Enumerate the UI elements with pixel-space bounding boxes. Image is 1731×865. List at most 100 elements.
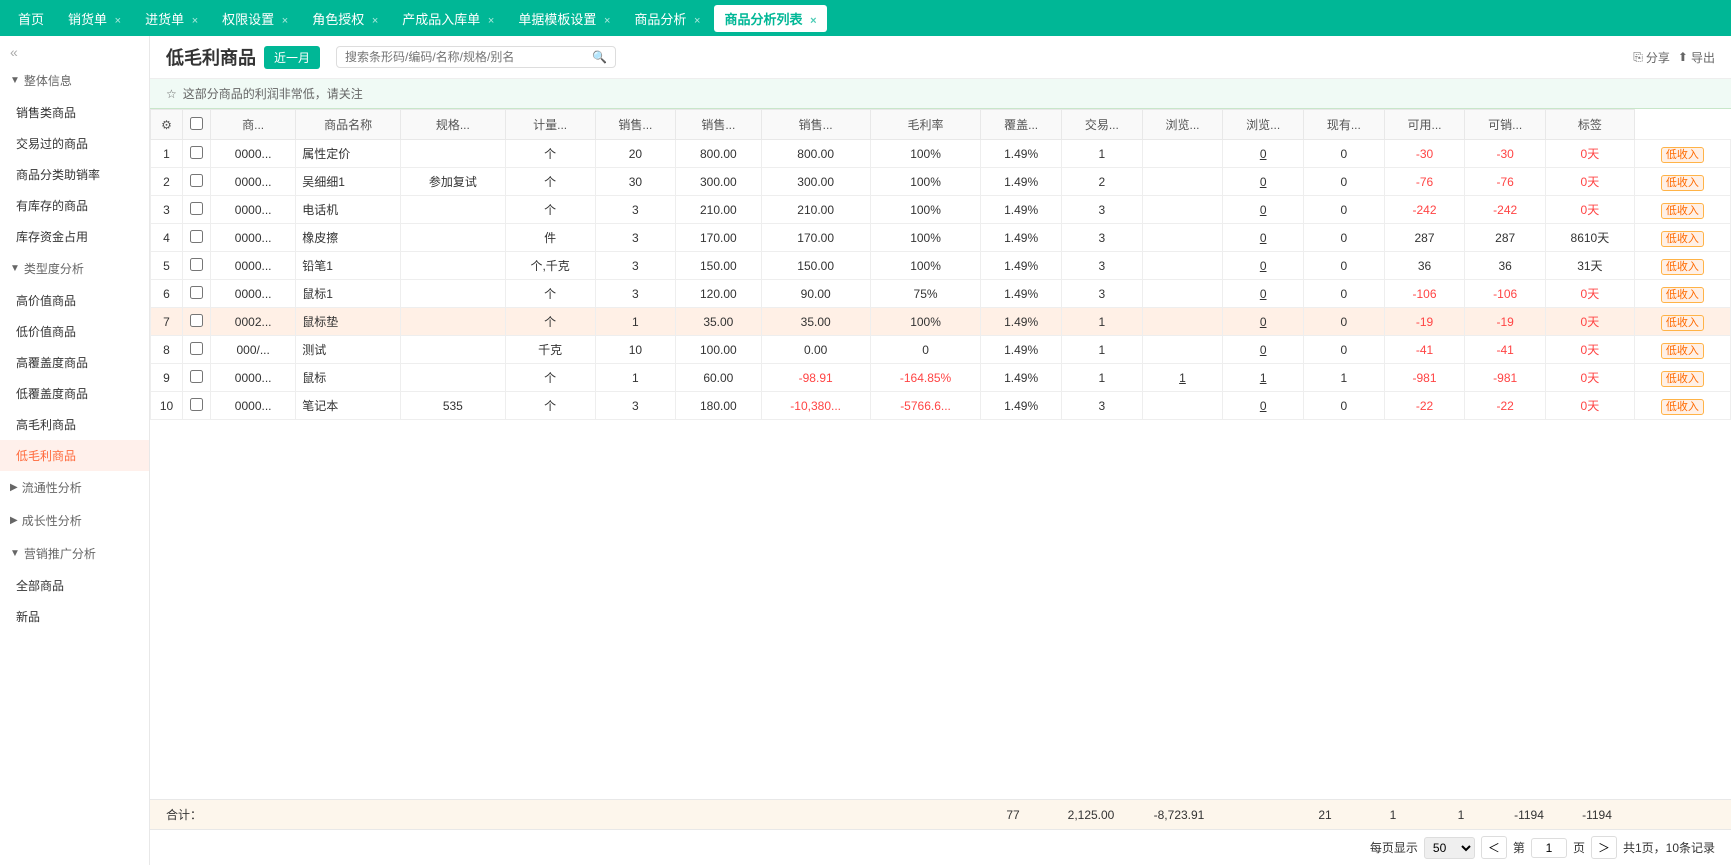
export-btn[interactable]: ⬆ 导出 xyxy=(1678,49,1715,66)
sidebar-group-marketing[interactable]: ▼ 营销推广分析 xyxy=(0,537,149,570)
share-btn[interactable]: ⎘ 分享 xyxy=(1633,49,1670,66)
select-all-checkbox[interactable] xyxy=(190,117,203,130)
table-row[interactable]: 6 0000... 鼠标1 个 3 120.00 90.00 75% 1.49%… xyxy=(151,280,1731,308)
row-select-checkbox[interactable] xyxy=(190,230,203,243)
row-name[interactable]: 鼠标1 xyxy=(296,280,401,308)
row-browse1[interactable]: 0 xyxy=(1223,252,1304,280)
row-select-checkbox[interactable] xyxy=(190,314,203,327)
sidebar-group-growth[interactable]: ▶ 成长性分析 xyxy=(0,504,149,537)
table-row[interactable]: 3 0000... 电话机 个 3 210.00 210.00 100% 1.4… xyxy=(151,196,1731,224)
row-select-checkbox[interactable] xyxy=(190,370,203,383)
nav-home[interactable]: 首页 xyxy=(8,5,54,32)
row-checkbox[interactable] xyxy=(183,364,211,392)
row-name[interactable]: 橡皮擦 xyxy=(296,224,401,252)
row-checkbox[interactable] xyxy=(183,280,211,308)
row-browse1[interactable]: 0 xyxy=(1223,280,1304,308)
nav-purchase-order[interactable]: 进货单 × xyxy=(135,5,208,32)
col-stock2[interactable]: 可用... xyxy=(1384,110,1465,140)
nav-sales-order[interactable]: 销货单 × xyxy=(58,5,131,32)
row-name[interactable]: 属性定价 xyxy=(296,140,401,168)
search-input[interactable] xyxy=(345,50,592,64)
nav-product-analysis-list[interactable]: 商品分析列表 × xyxy=(714,5,826,32)
col-stock1[interactable]: 现有... xyxy=(1304,110,1385,140)
row-checkbox[interactable] xyxy=(183,308,211,336)
table-row[interactable]: 1 0000... 属性定价 个 20 800.00 800.00 100% 1… xyxy=(151,140,1731,168)
col-name[interactable]: 商品名称 xyxy=(296,110,401,140)
col-browse1[interactable]: 浏览... xyxy=(1142,110,1223,140)
page-number-input[interactable] xyxy=(1531,838,1567,858)
row-name[interactable]: 吴细细1 xyxy=(296,168,401,196)
col-unit[interactable]: 计量... xyxy=(505,110,595,140)
next-page-btn[interactable]: ＞ xyxy=(1591,836,1617,859)
col-days[interactable]: 可销... xyxy=(1465,110,1546,140)
nav-close-icon-4[interactable]: × xyxy=(372,15,378,27)
col-browse2[interactable]: 浏览... xyxy=(1223,110,1304,140)
row-browse1[interactable]: 0 xyxy=(1223,196,1304,224)
sidebar-item-high-margin[interactable]: 高毛利商品 xyxy=(0,409,149,440)
row-checkbox[interactable] xyxy=(183,336,211,364)
sidebar-item-high-value[interactable]: 高价值商品 xyxy=(0,285,149,316)
nav-template-settings[interactable]: 单据模板设置 × xyxy=(508,5,620,32)
search-box[interactable]: 🔍 xyxy=(336,46,616,68)
sidebar-item-new-products[interactable]: 新品 xyxy=(0,601,149,632)
nav-close-icon-2[interactable]: × xyxy=(192,15,198,27)
nav-product-analysis[interactable]: 商品分析 × xyxy=(624,5,710,32)
nav-close-icon-7[interactable]: × xyxy=(694,15,700,27)
settings-icon[interactable]: ⚙ xyxy=(161,118,172,132)
row-browse1[interactable]: 1 xyxy=(1223,364,1304,392)
row-browse1[interactable]: 0 xyxy=(1223,140,1304,168)
sidebar-item-capital-usage[interactable]: 库存资金占用 xyxy=(0,221,149,252)
table-row[interactable]: 7 0002... 鼠标垫 个 1 35.00 35.00 100% 1.49%… xyxy=(151,308,1731,336)
col-sales-price[interactable]: 销售... xyxy=(676,110,761,140)
row-checkbox[interactable] xyxy=(183,140,211,168)
row-select-checkbox[interactable] xyxy=(190,342,203,355)
row-select-checkbox[interactable] xyxy=(190,174,203,187)
col-sales-amount[interactable]: 销售... xyxy=(761,110,870,140)
table-row[interactable]: 8 000/... 测试 千克 10 100.00 0.00 0 1.49% 1… xyxy=(151,336,1731,364)
nav-close-icon-8[interactable]: × xyxy=(810,15,816,27)
col-trade[interactable]: 交易... xyxy=(1061,110,1142,140)
sidebar-item-sales-products[interactable]: 销售类商品 xyxy=(0,97,149,128)
row-name[interactable]: 测试 xyxy=(296,336,401,364)
col-settings[interactable]: ⚙ xyxy=(151,110,183,140)
row-checkbox[interactable] xyxy=(183,224,211,252)
table-row[interactable]: 10 0000... 笔记本 535 个 3 180.00 -10,380...… xyxy=(151,392,1731,420)
sidebar-item-category-rate[interactable]: 商品分类助销率 xyxy=(0,159,149,190)
date-filter-btn[interactable]: 近一月 xyxy=(264,46,320,69)
sidebar-group-liquidity[interactable]: ▶ 流通性分析 xyxy=(0,471,149,504)
nav-role-auth[interactable]: 角色授权 × xyxy=(302,5,388,32)
col-tag[interactable]: 标签 xyxy=(1546,110,1635,140)
row-checkbox[interactable] xyxy=(183,392,211,420)
sidebar-group-type-analysis[interactable]: ▼ 类型度分析 xyxy=(0,252,149,285)
nav-permissions[interactable]: 权限设置 × xyxy=(212,5,298,32)
row-select-checkbox[interactable] xyxy=(190,286,203,299)
sidebar-item-stock-products[interactable]: 有库存的商品 xyxy=(0,190,149,221)
row-name[interactable]: 电话机 xyxy=(296,196,401,224)
table-row[interactable]: 2 0000... 吴细细1 参加复试 个 30 300.00 300.00 1… xyxy=(151,168,1731,196)
row-select-checkbox[interactable] xyxy=(190,398,203,411)
sidebar-item-all-products[interactable]: 全部商品 xyxy=(0,570,149,601)
row-checkbox[interactable] xyxy=(183,196,211,224)
row-select-checkbox[interactable] xyxy=(190,258,203,271)
nav-close-icon-5[interactable]: × xyxy=(488,15,494,27)
sidebar-collapse-btn[interactable]: « xyxy=(10,44,18,60)
row-name[interactable]: 鼠标 xyxy=(296,364,401,392)
row-select-checkbox[interactable] xyxy=(190,146,203,159)
nav-close-icon-3[interactable]: × xyxy=(282,15,288,27)
col-sales-qty[interactable]: 销售... xyxy=(595,110,676,140)
sidebar-item-low-coverage[interactable]: 低覆盖度商品 xyxy=(0,378,149,409)
row-checkbox[interactable] xyxy=(183,252,211,280)
sidebar-group-overall[interactable]: ▼ 整体信息 xyxy=(0,64,149,97)
nav-product-entry[interactable]: 产成品入库单 × xyxy=(392,5,504,32)
row-select-checkbox[interactable] xyxy=(190,202,203,215)
search-icon[interactable]: 🔍 xyxy=(592,50,607,64)
table-row[interactable]: 9 0000... 鼠标 个 1 60.00 -98.91 -164.85% 1… xyxy=(151,364,1731,392)
sidebar-item-low-value[interactable]: 低价值商品 xyxy=(0,316,149,347)
row-name[interactable]: 鼠标垫 xyxy=(296,308,401,336)
row-browse1[interactable]: 0 xyxy=(1223,336,1304,364)
nav-close-icon[interactable]: × xyxy=(115,15,121,27)
sidebar-item-high-coverage[interactable]: 高覆盖度商品 xyxy=(0,347,149,378)
col-coverage[interactable]: 覆盖... xyxy=(981,110,1062,140)
nav-close-icon-6[interactable]: × xyxy=(604,15,610,27)
row-name[interactable]: 铅笔1 xyxy=(296,252,401,280)
